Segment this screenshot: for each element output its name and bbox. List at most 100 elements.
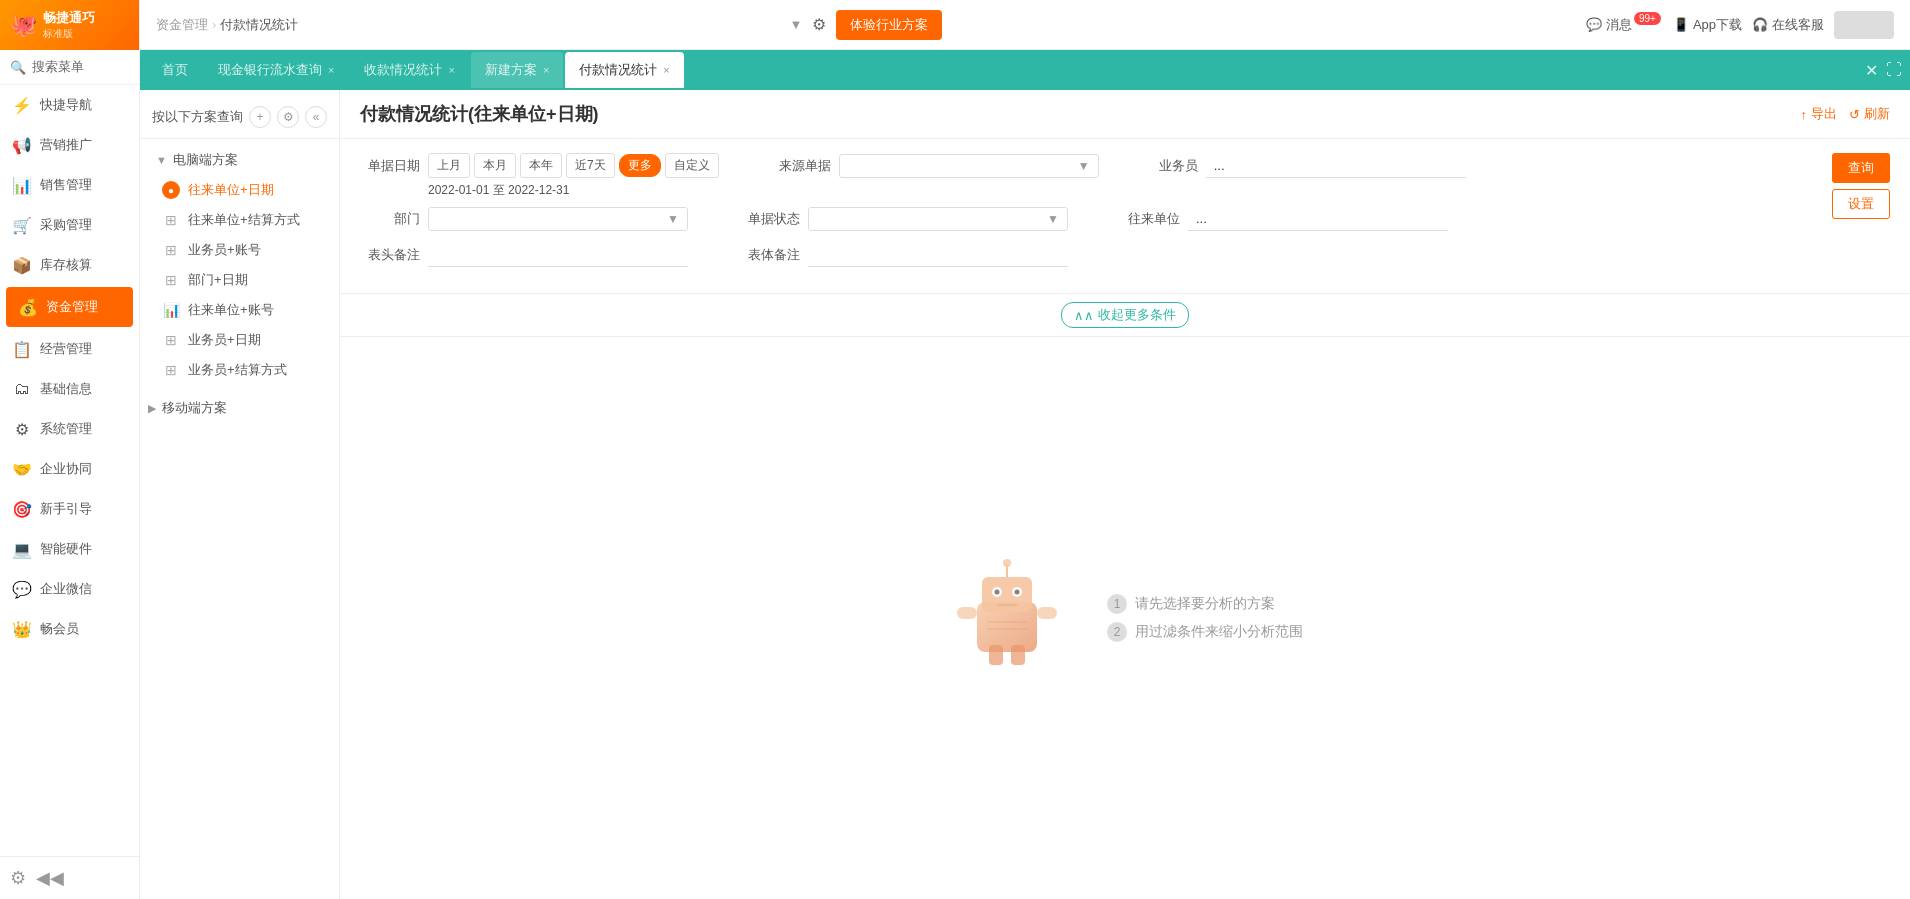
collapse-panel-btn[interactable]: « bbox=[305, 106, 327, 128]
mobile-scheme-group-title[interactable]: ▶ 移动端方案 bbox=[140, 393, 339, 423]
custom-date-btn[interactable]: 自定义 bbox=[665, 153, 719, 178]
topbar: 资金管理 › 付款情况统计 ▼ ⚙ 体验行业方案 💬 消息 99+ 📱 App下… bbox=[140, 0, 1910, 50]
status-label: 单据状态 bbox=[748, 210, 800, 228]
tab-payment-stat[interactable]: 付款情况统计 × bbox=[565, 52, 683, 88]
tab-receipt-stat-close[interactable]: × bbox=[448, 64, 454, 76]
sidebar-footer: ⚙ ◀◀ bbox=[0, 856, 139, 899]
pc-scheme-group-title[interactable]: ▼ 电脑端方案 bbox=[148, 145, 331, 175]
tab-bank-flow[interactable]: 现金银行流水查询 × bbox=[204, 52, 348, 88]
message-action[interactable]: 💬 消息 99+ bbox=[1586, 16, 1663, 34]
tab-receipt-stat[interactable]: 收款情况统计 × bbox=[350, 52, 468, 88]
page-header: 付款情况统计(往来单位+日期) ↑ 导出 ↺ 刷新 bbox=[340, 90, 1910, 139]
breadcrumb-text: 资金管理 bbox=[156, 16, 208, 34]
sidebar-item-label: 经营管理 bbox=[40, 340, 92, 358]
wechat-icon: 💬 bbox=[12, 579, 32, 599]
sidebar-item-wechat[interactable]: 💬 企业微信 bbox=[0, 569, 139, 609]
mobile-scheme-group: ▶ 移动端方案 bbox=[140, 393, 339, 423]
topbar-settings-icon[interactable]: ⚙ bbox=[812, 15, 826, 34]
topbar-chevron-icon[interactable]: ▼ bbox=[790, 17, 803, 32]
export-icon: ↑ bbox=[1801, 107, 1808, 122]
service-icon: 🎧 bbox=[1752, 17, 1768, 32]
sidebar-header: 🐙 畅捷通巧 标准版 bbox=[0, 0, 139, 50]
sidebar-item-label: 智能硬件 bbox=[40, 540, 92, 558]
chevron-down-icon: ▼ bbox=[156, 154, 167, 166]
staff-label: 业务员 bbox=[1159, 157, 1198, 175]
chevron-right-icon: ▶ bbox=[148, 402, 156, 415]
last-month-btn[interactable]: 上月 bbox=[428, 153, 470, 178]
sidebar-item-hardware[interactable]: 💻 智能硬件 bbox=[0, 529, 139, 569]
more-date-btn[interactable]: 更多 bbox=[619, 154, 661, 177]
page-title: 付款情况统计(往来单位+日期) bbox=[360, 102, 599, 126]
scheme-unit-account-label: 往来单位+账号 bbox=[188, 301, 274, 319]
partner-input[interactable] bbox=[1188, 207, 1448, 231]
scheme-staff-date[interactable]: ⊞ 业务员+日期 bbox=[148, 325, 331, 355]
status-chevron-icon: ▼ bbox=[1047, 212, 1059, 226]
expand-icon[interactable]: ⛶ bbox=[1886, 61, 1902, 79]
scheme-table3-icon: ⊞ bbox=[162, 271, 180, 289]
close-all-icon[interactable]: ✕ bbox=[1865, 61, 1878, 80]
scheme-dept-date[interactable]: ⊞ 部门+日期 bbox=[148, 265, 331, 295]
export-btn[interactable]: ↑ 导出 bbox=[1801, 105, 1838, 123]
header-note-input[interactable] bbox=[428, 243, 688, 267]
sidebar-item-basic[interactable]: 🗂 基础信息 bbox=[0, 369, 139, 409]
search-menu-item[interactable]: 🔍 搜索菜单 bbox=[0, 50, 139, 85]
message-icon: 💬 bbox=[1586, 17, 1602, 32]
settings-btn[interactable]: 设置 bbox=[1832, 189, 1890, 219]
left-panel-icons: + ⚙ « bbox=[249, 106, 327, 128]
scheme-unit-settle[interactable]: ⊞ 往来单位+结算方式 bbox=[148, 205, 331, 235]
collapse-conditions-btn[interactable]: ∧∧ 收起更多条件 bbox=[1061, 302, 1189, 328]
try-industry-btn[interactable]: 体验行业方案 bbox=[836, 10, 942, 40]
tab-bank-flow-close[interactable]: × bbox=[328, 64, 334, 76]
sidebar-item-guide[interactable]: 🎯 新手引导 bbox=[0, 489, 139, 529]
current-year-btn[interactable]: 本年 bbox=[520, 153, 562, 178]
sidebar-item-cooperation[interactable]: 🤝 企业协同 bbox=[0, 449, 139, 489]
scheme-staff-settle[interactable]: ⊞ 业务员+结算方式 bbox=[148, 355, 331, 385]
query-btn[interactable]: 查询 bbox=[1832, 153, 1890, 183]
status-filter-item: 单据状态 ▼ bbox=[748, 207, 1068, 231]
sidebar-item-operations[interactable]: 📋 经营管理 bbox=[0, 329, 139, 369]
collapse-sidebar-btn[interactable]: ◀◀ bbox=[36, 867, 64, 889]
scheme-staff-account[interactable]: ⊞ 业务员+账号 bbox=[148, 235, 331, 265]
tab-new-scheme-close[interactable]: × bbox=[543, 64, 549, 76]
scheme-unit-account[interactable]: 📊 往来单位+账号 bbox=[148, 295, 331, 325]
sidebar-item-marketing[interactable]: 📢 营销推广 bbox=[0, 125, 139, 165]
scheme-unit-date[interactable]: ● 往来单位+日期 bbox=[148, 175, 331, 205]
add-scheme-btn[interactable]: + bbox=[249, 106, 271, 128]
header-note-filter-item: 表头备注 bbox=[360, 243, 688, 267]
sidebar-item-inventory[interactable]: 📦 库存核算 bbox=[0, 245, 139, 285]
version-text: 标准版 bbox=[43, 27, 95, 41]
sidebar-item-finance[interactable]: 💰 资金管理 bbox=[6, 287, 133, 327]
dept-label: 部门 bbox=[360, 210, 420, 228]
tab-new-scheme[interactable]: 新建方案 × bbox=[471, 52, 563, 88]
sidebar-item-system[interactable]: ⚙ 系统管理 bbox=[0, 409, 139, 449]
last-7days-btn[interactable]: 近7天 bbox=[566, 153, 615, 178]
refresh-btn[interactable]: ↺ 刷新 bbox=[1849, 105, 1890, 123]
source-select[interactable]: ▼ bbox=[839, 154, 1099, 178]
current-month-btn[interactable]: 本月 bbox=[474, 153, 516, 178]
app-download-label: App下载 bbox=[1693, 16, 1742, 34]
scheme-settings-btn[interactable]: ⚙ bbox=[277, 106, 299, 128]
body-note-input[interactable] bbox=[808, 243, 1068, 267]
tab-home[interactable]: 首页 bbox=[148, 52, 202, 88]
sidebar-item-label: 企业协同 bbox=[40, 460, 92, 478]
dept-select[interactable]: ▼ bbox=[428, 207, 688, 231]
sidebar-item-quick-nav[interactable]: ⚡ 快捷导航 bbox=[0, 85, 139, 125]
right-content: 付款情况统计(往来单位+日期) ↑ 导出 ↺ 刷新 bbox=[340, 90, 1910, 899]
status-select[interactable]: ▼ bbox=[808, 207, 1068, 231]
tab-payment-stat-close[interactable]: × bbox=[663, 64, 669, 76]
app-download-action[interactable]: 📱 App下载 bbox=[1673, 16, 1742, 34]
main-area: 资金管理 › 付款情况统计 ▼ ⚙ 体验行业方案 💬 消息 99+ 📱 App下… bbox=[140, 0, 1910, 899]
settings-footer-btn[interactable]: ⚙ bbox=[10, 867, 26, 889]
user-avatar[interactable] bbox=[1834, 11, 1894, 39]
sidebar-item-member[interactable]: 👑 畅会员 bbox=[0, 609, 139, 649]
sidebar-item-sales[interactable]: 📊 销售管理 bbox=[0, 165, 139, 205]
sidebar-item-label: 资金管理 bbox=[46, 298, 98, 316]
sidebar-item-purchase[interactable]: 🛒 采购管理 bbox=[0, 205, 139, 245]
left-panel-header: 按以下方案查询 + ⚙ « bbox=[140, 100, 339, 139]
online-service-action[interactable]: 🎧 在线客服 bbox=[1752, 16, 1824, 34]
svg-rect-1 bbox=[982, 577, 1032, 612]
scheme-circle-icon: ● bbox=[162, 181, 180, 199]
svg-point-5 bbox=[1015, 589, 1020, 594]
staff-input[interactable] bbox=[1206, 154, 1466, 178]
tip-num-1: 1 bbox=[1107, 594, 1127, 614]
